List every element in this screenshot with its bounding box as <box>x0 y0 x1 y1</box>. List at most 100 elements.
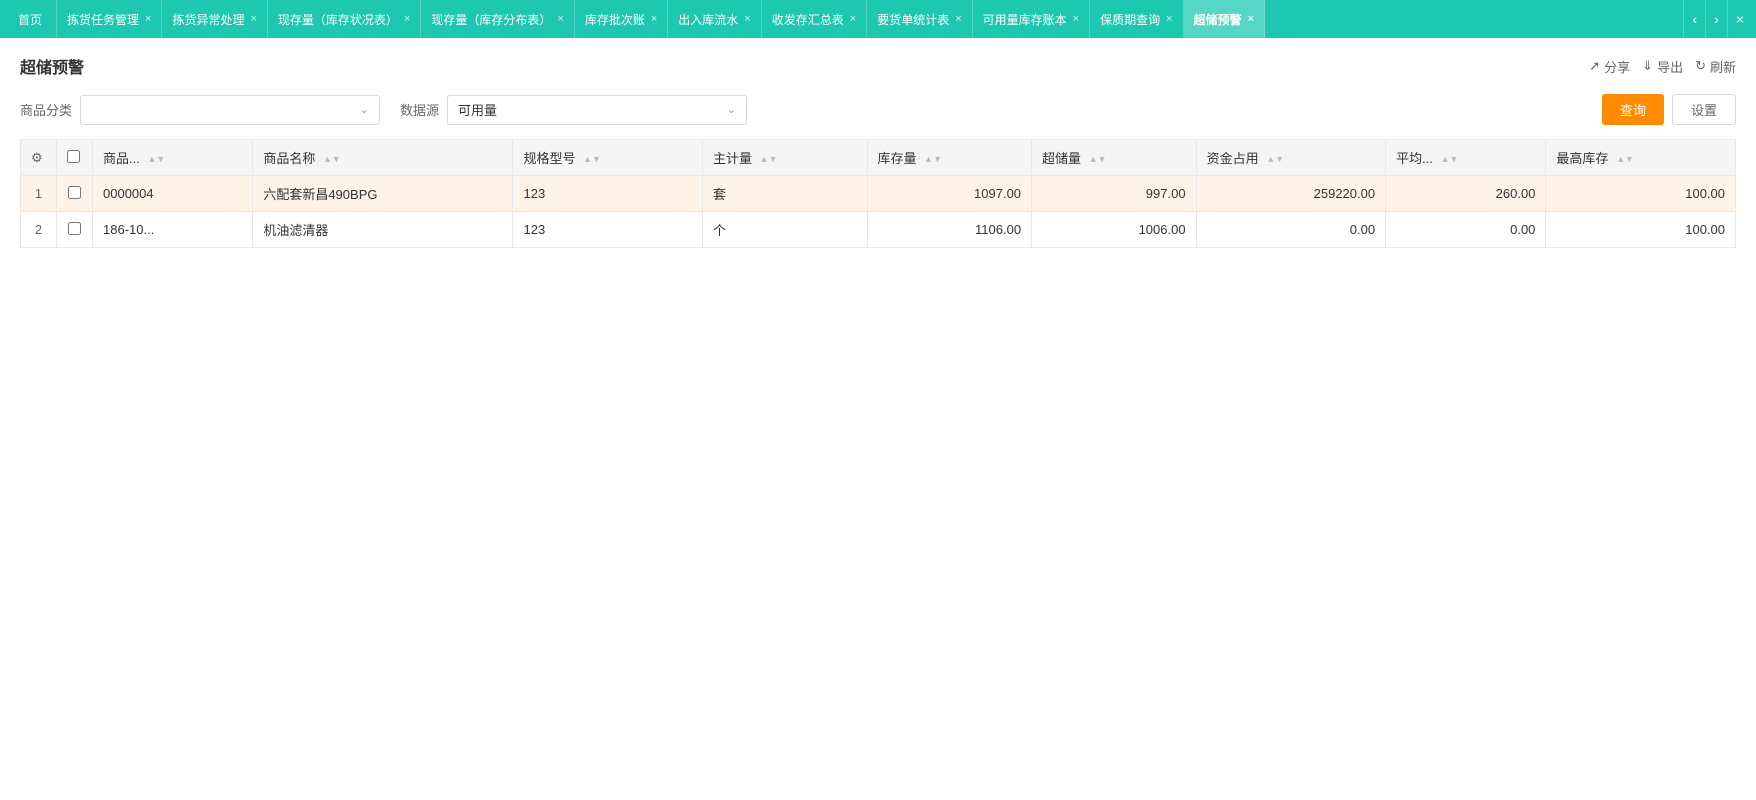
table-row: 2 186-10... 机油滤清器 123 个 1106.00 1006.00 … <box>21 212 1736 248</box>
datasource-select[interactable]: 可用量 ⌄ <box>447 95 747 125</box>
capital-value: 259220.00 <box>1196 176 1386 212</box>
stock-value: 1097.00 <box>867 176 1032 212</box>
avg-value: 0.00 <box>1386 212 1546 248</box>
th-avg: 平均... ▲▼ <box>1386 140 1546 176</box>
chevron-down-icon-2: ⌄ <box>727 103 736 116</box>
nav-arrows: ‹ › × <box>1683 0 1752 38</box>
product-name: 机油滤清器 <box>253 212 513 248</box>
row-checkbox-cell[interactable] <box>57 212 93 248</box>
close-icon[interactable]: × <box>145 13 151 25</box>
sort-icon-name[interactable]: ▲▼ <box>323 155 341 164</box>
nav-prev-button[interactable]: ‹ <box>1683 0 1705 38</box>
page-header: 超储预警 ➚ 分享 ⇓ 导出 ↻ 刷新 <box>20 54 1736 78</box>
gear-icon[interactable]: ⚙ <box>31 150 43 165</box>
sort-icon[interactable]: ▲▼ <box>147 155 165 164</box>
nav-tab--------[interactable]: 可用量库存账本× <box>973 0 1090 38</box>
category-label: 商品分类 <box>20 100 72 119</box>
table-body: 1 0000004 六配套新昌490BPG 123 套 1097.00 997.… <box>21 176 1736 248</box>
nav-tab-------[interactable]: 拣货任务管理× <box>57 0 162 38</box>
nav-tab------[interactable]: 保质期查询× <box>1090 0 1183 38</box>
close-icon[interactable]: × <box>955 13 961 25</box>
nav-tab-----------[interactable]: 现存量（库存状况表）× <box>268 0 421 38</box>
nav-more-button[interactable]: × <box>1727 0 1752 38</box>
spec: 123 <box>513 176 703 212</box>
query-button[interactable]: 查询 <box>1602 94 1664 125</box>
overstock-value: 1006.00 <box>1032 212 1197 248</box>
table-header-row: ⚙ 商品... ▲▼ 商品名称 ▲▼ 规格型号 ▲▼ 主计 <box>21 140 1736 176</box>
product-code: 186-10... <box>93 212 253 248</box>
stock-value: 1106.00 <box>867 212 1032 248</box>
nav-tab-------[interactable]: 要货单统计表× <box>867 0 972 38</box>
avg-value: 260.00 <box>1386 176 1546 212</box>
nav-next-button[interactable]: › <box>1705 0 1727 38</box>
row-checkbox-cell[interactable] <box>57 176 93 212</box>
filter-actions: 查询 设置 <box>1602 94 1736 125</box>
max-stock-value: 100.00 <box>1546 212 1736 248</box>
close-icon[interactable]: × <box>651 13 657 25</box>
datasource-value: 可用量 <box>458 100 497 119</box>
overstock-value: 997.00 <box>1032 176 1197 212</box>
spec: 123 <box>513 212 703 248</box>
row-number: 2 <box>21 212 57 248</box>
th-product-name: 商品名称 ▲▼ <box>253 140 513 176</box>
sort-icon-stock[interactable]: ▲▼ <box>924 155 942 164</box>
sort-icon-avg[interactable]: ▲▼ <box>1441 155 1459 164</box>
category-select[interactable]: ⌄ <box>80 95 380 125</box>
nav-tab------[interactable]: 出入库流水× <box>668 0 761 38</box>
refresh-icon: ↻ <box>1695 58 1706 74</box>
th-overstock: 超储量 ▲▼ <box>1032 140 1197 176</box>
nav-tab-----[interactable]: 超储预警× <box>1184 0 1265 38</box>
category-filter-group: 商品分类 ⌄ <box>20 95 380 125</box>
nav-tab-----------[interactable]: 现存量（库存分布表）× <box>421 0 574 38</box>
filter-row: 商品分类 ⌄ 数据源 可用量 ⌄ 查询 设置 <box>20 94 1736 125</box>
top-nav: 首页 拣货任务管理×拣货异常处理×现存量（库存状况表）×现存量（库存分布表）×库… <box>0 0 1756 38</box>
product-code: 0000004 <box>93 176 253 212</box>
nav-tab-------[interactable]: 拣货异常处理× <box>162 0 267 38</box>
sort-icon-unit[interactable]: ▲▼ <box>760 155 778 164</box>
refresh-button[interactable]: ↻ 刷新 <box>1695 57 1736 76</box>
row-checkbox[interactable] <box>68 222 81 235</box>
th-gear[interactable]: ⚙ <box>21 140 57 176</box>
th-checkbox[interactable] <box>57 140 93 176</box>
page-content: 超储预警 ➚ 分享 ⇓ 导出 ↻ 刷新 商品分类 ⌄ 数据源 <box>0 38 1756 800</box>
close-icon[interactable]: × <box>1248 13 1254 25</box>
th-spec: 规格型号 ▲▼ <box>513 140 703 176</box>
sort-icon-overstock[interactable]: ▲▼ <box>1089 155 1107 164</box>
datasource-label: 数据源 <box>400 100 439 119</box>
th-stock: 库存量 ▲▼ <box>867 140 1032 176</box>
product-name: 六配套新昌490BPG <box>253 176 513 212</box>
data-table: ⚙ 商品... ▲▼ 商品名称 ▲▼ 规格型号 ▲▼ 主计 <box>20 139 1736 248</box>
sort-icon-spec[interactable]: ▲▼ <box>583 155 601 164</box>
page-title: 超储预警 <box>20 54 84 78</box>
close-icon[interactable]: × <box>404 13 410 25</box>
settings-button[interactable]: 设置 <box>1672 94 1736 125</box>
export-icon: ⇓ <box>1642 58 1653 74</box>
share-button[interactable]: ➚ 分享 <box>1589 57 1630 76</box>
share-icon: ➚ <box>1589 58 1600 74</box>
chevron-down-icon: ⌄ <box>360 103 369 116</box>
th-max-stock: 最高库存 ▲▼ <box>1546 140 1736 176</box>
datasource-filter-group: 数据源 可用量 ⌄ <box>400 95 747 125</box>
close-icon[interactable]: × <box>1073 13 1079 25</box>
select-all-checkbox[interactable] <box>67 150 80 163</box>
sort-icon-capital[interactable]: ▲▼ <box>1266 155 1284 164</box>
nav-tab------[interactable]: 库存批次账× <box>575 0 668 38</box>
export-button[interactable]: ⇓ 导出 <box>1642 57 1683 76</box>
close-icon[interactable]: × <box>250 13 256 25</box>
th-product-code: 商品... ▲▼ <box>93 140 253 176</box>
header-actions: ➚ 分享 ⇓ 导出 ↻ 刷新 <box>1589 57 1736 76</box>
th-unit: 主计量 ▲▼ <box>703 140 868 176</box>
close-icon[interactable]: × <box>850 13 856 25</box>
nav-tab-------[interactable]: 收发存汇总表× <box>762 0 867 38</box>
close-icon[interactable]: × <box>1166 13 1172 25</box>
close-icon[interactable]: × <box>557 13 563 25</box>
row-checkbox[interactable] <box>68 186 81 199</box>
th-capital: 资金占用 ▲▼ <box>1196 140 1386 176</box>
sort-icon-max[interactable]: ▲▼ <box>1616 155 1634 164</box>
nav-tab-home[interactable]: 首页 <box>4 0 57 38</box>
max-stock-value: 100.00 <box>1546 176 1736 212</box>
unit: 套 <box>703 176 868 212</box>
capital-value: 0.00 <box>1196 212 1386 248</box>
row-number: 1 <box>21 176 57 212</box>
close-icon[interactable]: × <box>744 13 750 25</box>
